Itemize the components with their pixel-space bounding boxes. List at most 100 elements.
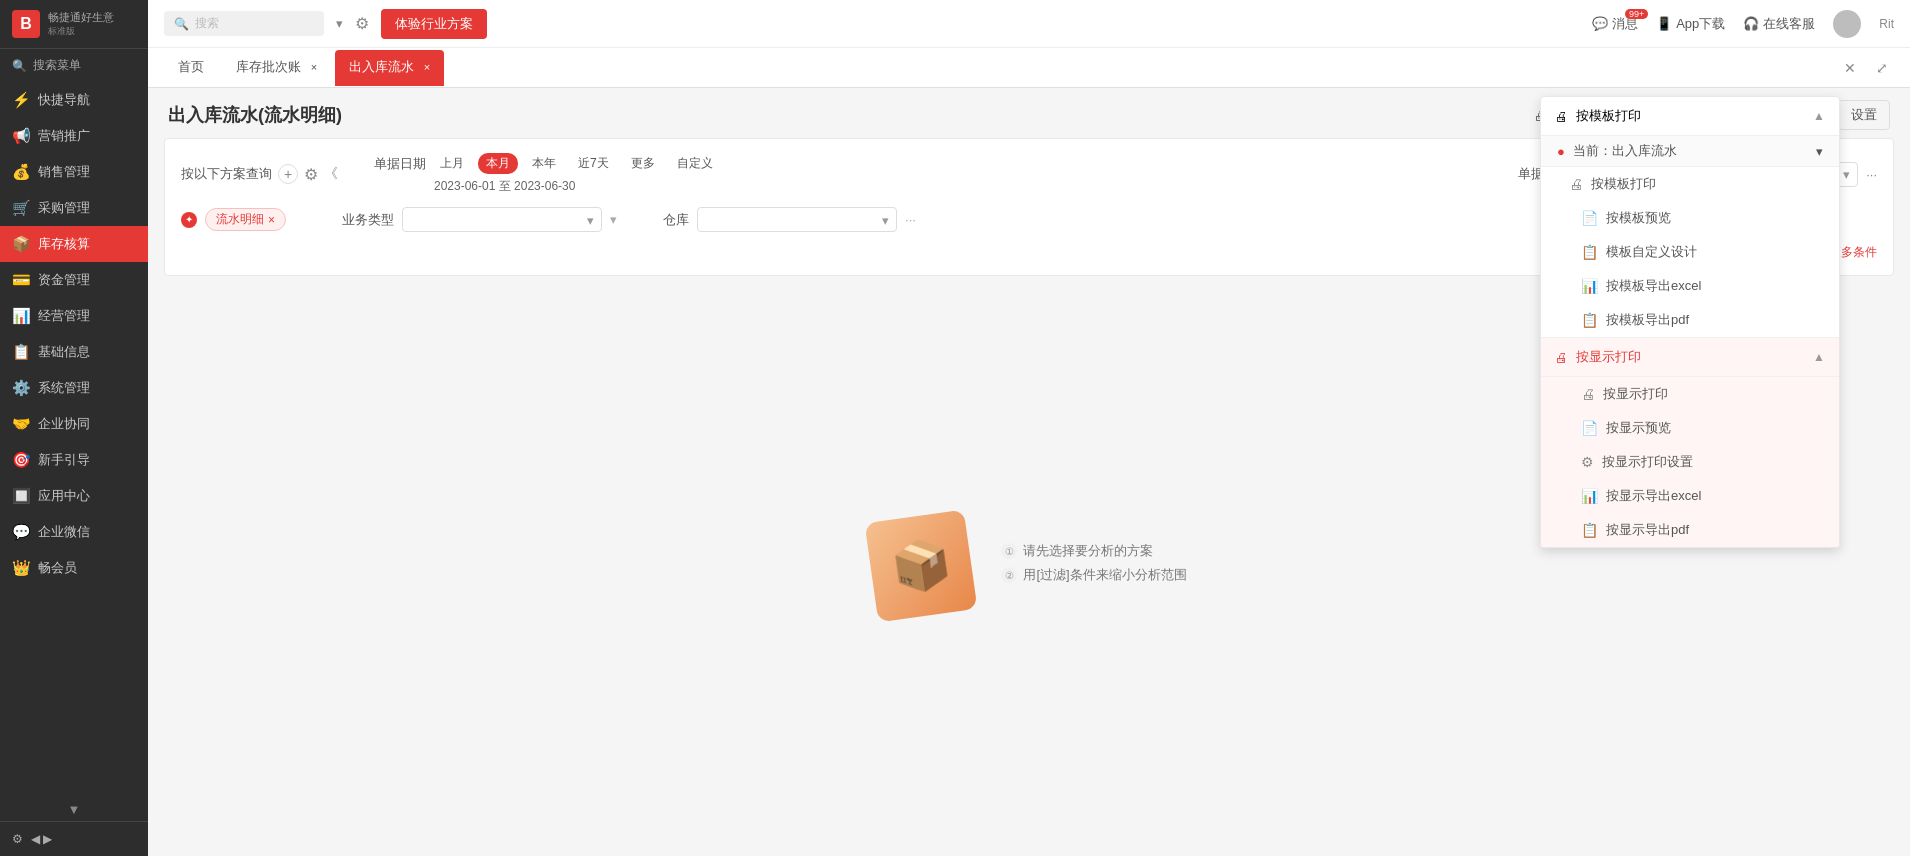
sidebar-item-label: 畅会员 (38, 559, 77, 577)
template-excel-label: 按模板导出excel (1606, 277, 1701, 295)
type-more-icon[interactable]: ··· (1866, 167, 1877, 182)
filter-add-btn[interactable]: + (278, 164, 298, 184)
dropdown-template-preview[interactable]: 📄 按模板预览 (1541, 201, 1839, 235)
warehouse-filter: 仓库 ··· (663, 207, 916, 232)
date-opt-current-month[interactable]: 本月 (478, 153, 518, 174)
tab-flow-label: 出入库流水 (349, 59, 414, 74)
filter-tag-close[interactable]: × (268, 213, 275, 227)
sidebar-item-wechat[interactable]: 💬 企业微信 (0, 514, 148, 550)
dropdown-display-print-header[interactable]: 🖨 按显示打印 ▲ (1541, 338, 1839, 377)
dropdown-display-print-item[interactable]: 🖨 按显示打印 (1541, 377, 1839, 411)
sidebar-collapse-icon[interactable]: ◀ ▶ (31, 832, 52, 846)
sidebar-item-app-center[interactable]: 🔲 应用中心 (0, 478, 148, 514)
dropdown-header[interactable]: 🖨 按模板打印 ▲ (1541, 97, 1839, 136)
sidebar-item-finance[interactable]: 💳 资金管理 (0, 262, 148, 298)
sidebar-scroll-down[interactable]: ▼ (0, 798, 148, 821)
filter-collapse-left-icon[interactable]: 《 (324, 165, 338, 183)
dropdown-display-pdf[interactable]: 📋 按显示导出pdf (1541, 513, 1839, 547)
display-print-settings-label: 按显示打印设置 (1602, 453, 1693, 471)
filter-label: 按以下方案查询 (181, 165, 272, 183)
sidebar-item-operations[interactable]: 📊 经营管理 (0, 298, 148, 334)
dropdown-template-print-header[interactable]: 🖨 按模板打印 (1541, 167, 1839, 201)
sidebar-item-label: 企业微信 (38, 523, 90, 541)
topbar-right: 💬 消息 99+ 📱 App下载 🎧 在线客服 Rit (1592, 10, 1894, 38)
topbar-gear-icon[interactable]: ⚙ (355, 14, 369, 33)
sidebar-item-label: 采购管理 (38, 199, 90, 217)
display-print-children: 🖨 按显示打印 📄 按显示预览 ⚙ 按显示打印设置 📊 按显示导出excel 📋… (1541, 377, 1839, 547)
filter-tag-flow[interactable]: 流水明细 × (205, 208, 286, 231)
app-download-btn[interactable]: 📱 App下载 (1656, 15, 1725, 33)
date-opt-current-year[interactable]: 本年 (524, 153, 564, 174)
dropdown-template-pdf[interactable]: 📋 按模板导出pdf (1541, 303, 1839, 337)
placeholder-step2: ② 用[过滤]条件来缩小分析范围 (1001, 566, 1186, 584)
display-print-icon: 🖨 (1555, 350, 1568, 365)
search-icon: 🔍 (174, 17, 189, 31)
sidebar-item-purchase[interactable]: 🛒 采购管理 (0, 190, 148, 226)
sidebar-item-marketing[interactable]: 📢 营销推广 (0, 118, 148, 154)
topbar-search[interactable]: 🔍 搜索 (164, 11, 324, 36)
sidebar-item-sales[interactable]: 💰 销售管理 (0, 154, 148, 190)
sidebar-search[interactable]: 🔍 搜索菜单 (0, 49, 148, 82)
settings-btn[interactable]: 设置 (1838, 100, 1890, 130)
filter-tags: ✦ 流水明细 × (181, 208, 286, 231)
tab-home[interactable]: 首页 (164, 50, 218, 86)
sidebar-item-system[interactable]: ⚙️ 系统管理 (0, 370, 148, 406)
display-excel-label: 按显示导出excel (1606, 487, 1701, 505)
dropdown-current-label: 当前：出入库流水 (1573, 142, 1677, 160)
service-icon: 🎧 (1743, 16, 1759, 31)
dropdown-print-icon: 🖨 (1555, 109, 1568, 124)
warehouse-more-icon[interactable]: ··· (905, 212, 916, 227)
tab-close-window-btn[interactable]: ✕ (1838, 56, 1862, 80)
message-icon: 💬 (1592, 16, 1608, 31)
tab-flow-close[interactable]: × (424, 61, 430, 73)
tab-batch-account[interactable]: 库存批次账 × (222, 50, 331, 86)
topbar-dropdown-arrow[interactable]: ▾ (336, 16, 343, 31)
display-print-item-icon: 🖨 (1581, 386, 1595, 402)
message-btn[interactable]: 💬 消息 99+ (1592, 15, 1638, 33)
placeholder-step1: ① 请先选择要分析的方案 (1001, 542, 1186, 560)
dropdown-display-print-settings[interactable]: ⚙ 按显示打印设置 (1541, 445, 1839, 479)
sidebar-item-basic[interactable]: 📋 基础信息 (0, 334, 148, 370)
member-icon: 👑 (12, 559, 30, 577)
logo-text-wrap: 畅捷通好生意 标准版 (48, 10, 114, 38)
dropdown-template-excel[interactable]: 📊 按模板导出excel (1541, 269, 1839, 303)
date-opt-more[interactable]: 更多 (623, 153, 663, 174)
filter-settings-icon[interactable]: ⚙ (304, 165, 318, 184)
biz-dropdown-icon[interactable]: ▾ (610, 212, 617, 227)
sidebar-item-cooperation[interactable]: 🤝 企业协同 (0, 406, 148, 442)
display-print-item-label: 按显示打印 (1603, 385, 1668, 403)
template-custom-icon: 📋 (1581, 244, 1598, 260)
biz-filter: 业务类型 ▾ (342, 207, 617, 232)
date-opt-custom[interactable]: 自定义 (669, 153, 721, 174)
logo-icon: B (12, 10, 40, 38)
sidebar-settings-icon[interactable]: ⚙ (12, 832, 23, 846)
sidebar-item-guide[interactable]: 🎯 新手引导 (0, 442, 148, 478)
trial-btn[interactable]: 体验行业方案 (381, 9, 487, 39)
template-preview-label: 按模板预览 (1606, 209, 1671, 227)
sidebar-item-member[interactable]: 👑 畅会员 (0, 550, 148, 586)
current-icon: ● (1557, 144, 1565, 159)
template-pdf-icon: 📋 (1581, 312, 1598, 328)
tab-flow[interactable]: 出入库流水 × (335, 50, 444, 86)
sidebar-item-label: 库存核算 (38, 235, 90, 253)
tab-restore-btn[interactable]: ⤢ (1870, 56, 1894, 80)
dropdown-display-excel[interactable]: 📊 按显示导出excel (1541, 479, 1839, 513)
dropdown-template-custom[interactable]: 📋 模板自定义设计 (1541, 235, 1839, 269)
topbar: 🔍 搜索 ▾ ⚙ 体验行业方案 💬 消息 99+ 📱 App下载 🎧 在线客服 … (148, 0, 1910, 48)
purchase-icon: 🛒 (12, 199, 30, 217)
operations-icon: 📊 (12, 307, 30, 325)
tab-home-label: 首页 (178, 59, 204, 74)
template-pdf-label: 按模板导出pdf (1606, 311, 1689, 329)
sidebar-item-quick-nav[interactable]: ⚡ 快捷导航 (0, 82, 148, 118)
sidebar-item-label: 经营管理 (38, 307, 90, 325)
online-service-btn[interactable]: 🎧 在线客服 (1743, 15, 1815, 33)
tab-batch-account-close[interactable]: × (311, 61, 317, 73)
warehouse-select[interactable] (697, 207, 897, 232)
step1-num: ① (1001, 543, 1017, 559)
sidebar-item-inventory[interactable]: 📦 库存核算 (0, 226, 148, 262)
user-avatar[interactable] (1833, 10, 1861, 38)
biz-select[interactable] (402, 207, 602, 232)
dropdown-display-preview[interactable]: 📄 按显示预览 (1541, 411, 1839, 445)
date-opt-prev-month[interactable]: 上月 (432, 153, 472, 174)
date-opt-recent-7[interactable]: 近7天 (570, 153, 617, 174)
